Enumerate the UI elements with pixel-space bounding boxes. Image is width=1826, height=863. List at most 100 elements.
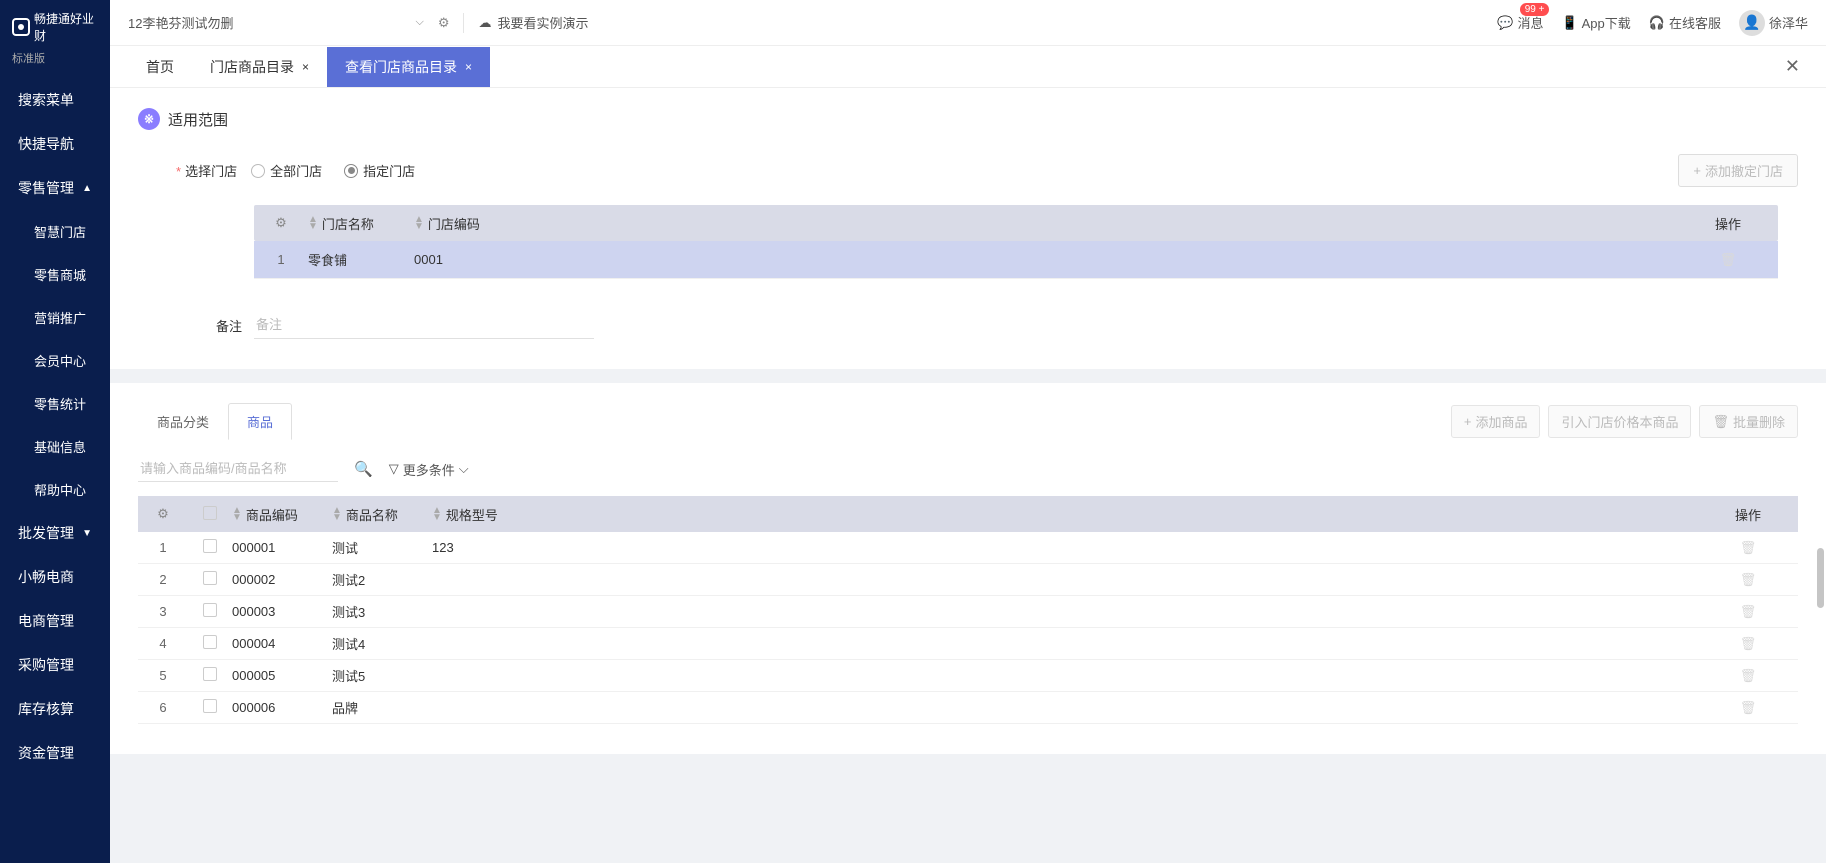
close-icon[interactable]: × [302,60,309,74]
gear-icon[interactable]: ⚙ [438,15,450,31]
tab-products[interactable]: 商品 [228,403,292,440]
search-input[interactable] [138,456,338,482]
table-row[interactable]: 3 000003 测试3 🗑 [138,596,1798,628]
checkbox[interactable] [203,667,217,681]
tab-view-store-catalog[interactable]: 查看门店商品目录× [327,47,490,87]
gear-icon[interactable]: ⚙ [157,506,169,521]
nav-member[interactable]: 会员中心 [0,339,110,382]
table-row[interactable]: 6 000006 品牌 🗑 [138,692,1798,724]
product-spec: 123 [432,540,1698,555]
logo: 畅捷通好业财 [0,0,110,50]
table-row[interactable]: 5 000005 测试5 🗑 [138,660,1798,692]
chevron-down-icon: ⌵ [459,461,469,477]
demo-link[interactable]: ☁ 我要看实例演示 [478,13,588,32]
nav-retail-mall[interactable]: 零售商城 [0,253,110,296]
checkbox-all[interactable] [203,506,217,520]
product-code: 000004 [232,636,332,651]
nav-wholesale[interactable]: 批发管理▼ [0,511,110,555]
gear-icon[interactable]: ⚙ [275,215,287,230]
nav: 搜索菜单 快捷导航 零售管理▲ 智慧门店 零售商城 营销推广 会员中心 零售统计… [0,78,110,863]
row-index: 1 [254,252,308,267]
remark-input[interactable] [254,311,594,339]
nav-fund[interactable]: 资金管理 [0,731,110,775]
row-index: 4 [138,636,188,651]
checkbox[interactable] [203,571,217,585]
sort-icon[interactable]: ▲▼ [332,507,342,521]
product-code: 000003 [232,604,332,619]
table-row[interactable]: 2 000002 测试2 🗑 [138,564,1798,596]
trash-icon: 🗑 [1740,540,1757,555]
trash-icon: 🗑 [1740,604,1757,619]
product-tabs: 商品分类 商品 +添加商品 引入门店价格本商品 🗑批量删除 [138,403,1798,440]
chevron-down-icon: ⌵ [415,16,423,29]
scope-title: 适用范围 [168,109,228,130]
main: 12李艳芬测试勿删 ⌵ ⚙ ☁ 我要看实例演示 💬 消息 99 + [110,0,1826,863]
table-row[interactable]: 1 零食铺 0001 🗑 [254,241,1778,279]
nav-retail-stats[interactable]: 零售统计 [0,382,110,425]
remark-row: 备注 [216,311,1778,339]
nav-search[interactable]: 搜索菜单 [0,78,110,122]
checkbox[interactable] [203,603,217,617]
nav-smart-store[interactable]: 智慧门店 [0,210,110,253]
sort-icon[interactable]: ▲▼ [432,507,442,521]
table-row[interactable]: 4 000004 测试4 🗑 [138,628,1798,660]
close-icon[interactable]: × [465,60,472,74]
trash-icon: 🗑 [1712,414,1729,430]
more-conditions[interactable]: ▽ 更多条件 ⌵ [389,460,469,479]
user-menu[interactable]: 👤 徐泽华 [1739,10,1808,36]
tab-store-catalog[interactable]: 门店商品目录× [192,47,327,87]
row-index: 2 [138,572,188,587]
headset-icon: 🎧 [1649,15,1665,31]
nav-help[interactable]: 帮助中心 [0,468,110,511]
nav-marketing[interactable]: 营销推广 [0,296,110,339]
sort-icon[interactable]: ▲▼ [308,216,318,230]
row-index: 3 [138,604,188,619]
nav-purchase[interactable]: 采购管理 [0,643,110,687]
radio-all-stores[interactable]: 全部门店 [251,161,322,180]
trash-icon: 🗑 [1740,636,1757,651]
org-selector[interactable]: 12李艳芬测试勿删 ⌵ [128,13,424,32]
product-name: 测试2 [332,570,432,589]
message-icon: 💬 [1497,15,1513,31]
search-icon[interactable]: 🔍 [354,460,373,478]
message-button[interactable]: 💬 消息 99 + [1497,13,1543,32]
content: ※ 适用范围 *选择门店 全部门店 指定门店 +添加撤定门店 ⚙ ▲▼门店名称 [110,88,1826,863]
sidebar: 畅捷通好业财 标准版 搜索菜单 快捷导航 零售管理▲ 智慧门店 零售商城 营销推… [0,0,110,863]
product-code: 000002 [232,572,332,587]
table-row[interactable]: 1 000001 测试 123 🗑 [138,532,1798,564]
row-index: 6 [138,700,188,715]
topbar: 12李艳芬测试勿删 ⌵ ⚙ ☁ 我要看实例演示 💬 消息 99 + [110,0,1826,46]
sort-icon[interactable]: ▲▼ [232,507,242,521]
close-all-tabs[interactable]: ✕ [1777,52,1808,81]
import-button: 引入门店价格本商品 [1548,405,1691,438]
customer-service[interactable]: 🎧 在线客服 [1649,13,1721,32]
checkbox[interactable] [203,635,217,649]
nav-basic-info[interactable]: 基础信息 [0,425,110,468]
search-row: 🔍 ▽ 更多条件 ⌵ [138,456,1798,482]
checkbox[interactable] [203,539,217,553]
nav-ecommerce[interactable]: 电商管理 [0,599,110,643]
radio-spec-stores[interactable]: 指定门店 [344,161,415,180]
scrollbar[interactable] [1817,548,1824,608]
nav-retail[interactable]: 零售管理▲ [0,166,110,210]
divider [463,13,464,33]
field-label: *选择门店 [176,161,237,180]
scope-icon: ※ [138,108,160,130]
tab-category[interactable]: 商品分类 [138,403,228,440]
plus-icon: + [1693,163,1701,178]
trash-icon: 🗑 [1740,572,1757,587]
tab-home[interactable]: 首页 [128,47,192,87]
sort-icon[interactable]: ▲▼ [414,216,424,230]
product-name: 测试 [332,538,432,557]
nav-quick[interactable]: 快捷导航 [0,122,110,166]
store-code: 0001 [408,252,1678,267]
row-index: 1 [138,540,188,555]
phone-icon: 📱 [1561,15,1577,31]
checkbox[interactable] [203,699,217,713]
nav-xiaochang[interactable]: 小畅电商 [0,555,110,599]
product-code: 000001 [232,540,332,555]
product-name: 测试4 [332,634,432,653]
app-download[interactable]: 📱 App下载 [1561,13,1630,32]
product-name: 测试5 [332,666,432,685]
nav-inventory[interactable]: 库存核算 [0,687,110,731]
